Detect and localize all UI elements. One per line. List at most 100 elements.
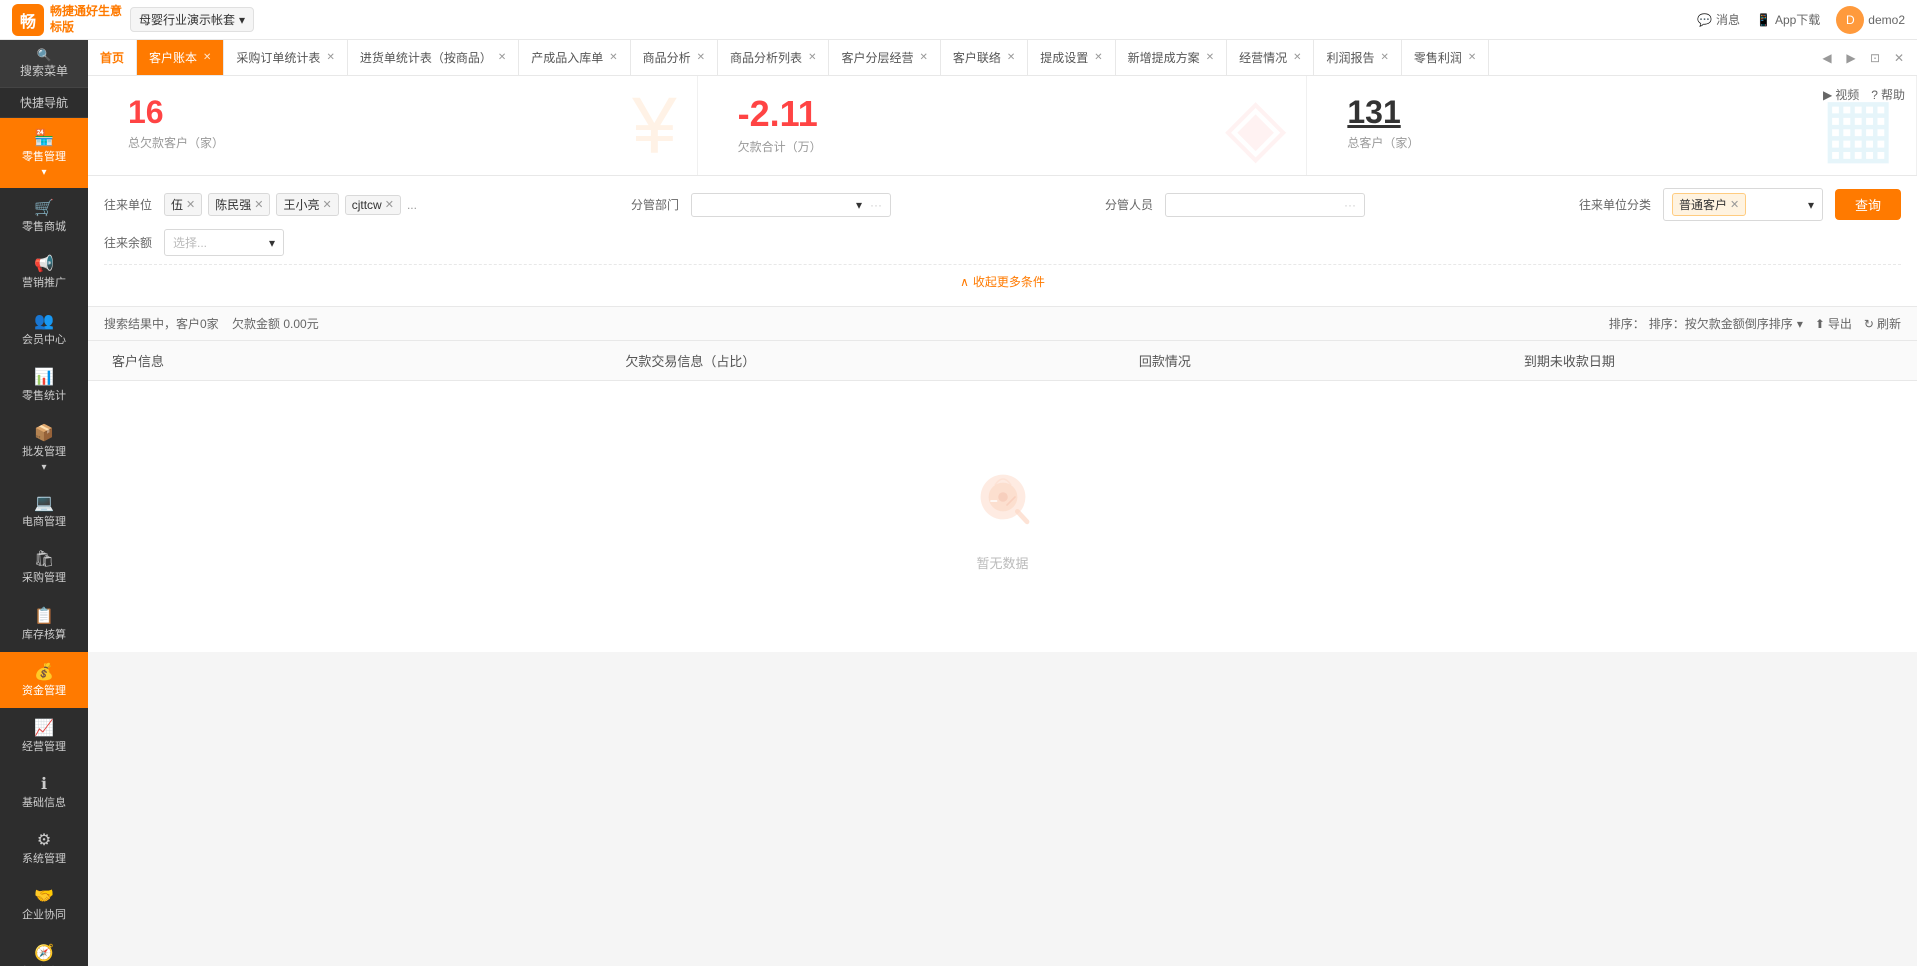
close-tab-icon[interactable]: ✕ (919, 52, 927, 63)
unit-filter-tags: 伍 ✕ 陈民强 ✕ 王小亮 ✕ cjttcw ✕ ... (164, 193, 417, 216)
refresh-btn[interactable]: ↻ 刷新 (1864, 315, 1901, 332)
sidebar-item-retail-mall[interactable]: 🛒 零售商城 (0, 188, 88, 244)
balance-select[interactable]: 选择... ▾ (164, 229, 284, 256)
search-icon: 🔍 (37, 48, 52, 62)
filter-more-tags[interactable]: ... (407, 198, 417, 212)
sidebar-item-purchase[interactable]: 🛍 采购管理 (0, 539, 88, 595)
top-bar-left: 畅 畅捷通好生意 标版 母婴行业演示帐套 ▾ (12, 4, 254, 36)
sidebar-item-retail-stats[interactable]: 📊 零售统计 (0, 357, 88, 413)
dept-select[interactable]: ▾ ··· (691, 193, 891, 217)
export-btn[interactable]: ⬆ 导出 (1815, 315, 1852, 332)
tag-close-icon[interactable]: ✕ (385, 198, 394, 211)
sidebar-item-newbie[interactable]: 🧭 新手引导 (0, 933, 88, 966)
close-tab-icon[interactable]: ✕ (808, 52, 816, 63)
sidebar-item-system[interactable]: ⚙ 系统管理 (0, 820, 88, 876)
tab-add-commission[interactable]: 新增提成方案 ✕ (1116, 40, 1227, 76)
sidebar-item-marketing[interactable]: 📢 营销推广 (0, 244, 88, 300)
tab-product-analysis-list[interactable]: 商品分析列表 ✕ (718, 40, 829, 76)
message-btn[interactable]: 💬 消息 (1697, 11, 1740, 28)
refresh-icon: ↻ (1864, 317, 1874, 331)
tab-home[interactable]: 首页 (88, 40, 137, 76)
sort-select[interactable]: 排序： 排序：按欠款金额倒序排序 ▾ (1609, 315, 1803, 332)
close-tab-icon[interactable]: ✕ (1293, 52, 1301, 63)
close-tab-icon[interactable]: ✕ (1381, 52, 1389, 63)
nav-expand-btn[interactable]: ⊡ (1865, 48, 1885, 68)
tab-retail-profit[interactable]: 零售利润 ✕ (1402, 40, 1489, 76)
sidebar-item-basic-info[interactable]: ℹ 基础信息 (0, 764, 88, 820)
person-filter-label: 分管人员 (1105, 196, 1153, 213)
stat-value-total-customers: 131 (1347, 96, 1400, 128)
close-tab-icon[interactable]: ✕ (1468, 52, 1476, 63)
tab-customer-tier[interactable]: 客户分层经营 ✕ (829, 40, 940, 76)
tag-close-category-icon[interactable]: ✕ (1730, 198, 1739, 211)
person-input: ··· (1165, 193, 1365, 217)
tag-close-icon[interactable]: ✕ (254, 198, 263, 211)
tab-product-analysis[interactable]: 商品分析 ✕ (631, 40, 718, 76)
nav-next-btn[interactable]: ▶ (1841, 48, 1861, 68)
sidebar-search[interactable]: 🔍 搜索菜单 (0, 40, 88, 88)
stats-bar: ¥ 16 总欠款客户（家） ◈ -2.11 欠款合计（万） ▦ 131 总客户（… (88, 76, 1917, 176)
wholesale-icon: 📦 (34, 423, 54, 443)
table-header-customer-info: 客户信息 (104, 351, 617, 370)
retail-icon: 🏪 (34, 128, 54, 148)
category-filter-label: 往来单位分类 (1579, 196, 1651, 213)
filter-tag-wu[interactable]: 伍 ✕ (164, 193, 202, 216)
collapse-filter-btn[interactable]: ∧ 收起更多条件 (104, 269, 1901, 294)
category-select[interactable]: 普通客户 ✕ ▾ (1663, 188, 1823, 221)
user-menu[interactable]: D demo2 (1836, 6, 1905, 34)
video-btn[interactable]: ▶ 视频 (1823, 86, 1859, 103)
sidebar-item-retail-management[interactable]: 🏪 零售管理 ▾ (0, 118, 88, 188)
sidebar-item-member-center[interactable]: 👥 会员中心 (0, 301, 88, 357)
close-tab-icon[interactable]: ✕ (609, 52, 617, 63)
download-icon: 📱 (1756, 13, 1771, 27)
logo-area: 畅 畅捷通好生意 标版 (12, 4, 122, 36)
sidebar-item-ecommerce[interactable]: 💻 电商管理 (0, 483, 88, 539)
tab-commission-settings[interactable]: 提成设置 ✕ (1028, 40, 1115, 76)
info-icon: ℹ (41, 774, 47, 794)
tab-goods-in-stats[interactable]: 进货单统计表（按商品） ✕ (348, 40, 519, 76)
tab-purchase-order-stats[interactable]: 采购订单统计表 ✕ (224, 40, 347, 76)
store-selector[interactable]: 母婴行业演示帐套 ▾ (130, 7, 254, 32)
sidebar-item-wholesale[interactable]: 📦 批发管理 ▾ (0, 413, 88, 483)
tab-profit-report[interactable]: 利润报告 ✕ (1314, 40, 1401, 76)
sidebar-item-enterprise-collab[interactable]: 🤝 企业协同 (0, 876, 88, 932)
close-tab-icon[interactable]: ✕ (203, 52, 211, 63)
tab-product-warehousing[interactable]: 产成品入库单 ✕ (519, 40, 630, 76)
close-tab-icon[interactable]: ✕ (697, 52, 705, 63)
filter-tag-normal-customer[interactable]: 普通客户 ✕ (1672, 193, 1746, 216)
filter-divider (104, 264, 1901, 265)
filter-tag-chenminqiang[interactable]: 陈民强 ✕ (208, 193, 270, 216)
sidebar-item-finance[interactable]: 💰 资金管理 (0, 652, 88, 708)
logo-icon: 畅 (12, 4, 44, 36)
more-btn-person[interactable]: ··· (1344, 198, 1356, 212)
tab-operations[interactable]: 经营情况 ✕ (1227, 40, 1314, 76)
close-tab-icon[interactable]: ✕ (498, 52, 506, 63)
collapse-up-icon: ∧ (960, 275, 969, 289)
sidebar-quick-nav[interactable]: 快捷导航 (0, 88, 88, 118)
arrow-icon: ▾ (41, 167, 46, 178)
nav-prev-btn[interactable]: ◀ (1817, 48, 1837, 68)
app-download-btn[interactable]: 📱 App下载 (1756, 11, 1820, 28)
close-tab-icon[interactable]: ✕ (1094, 52, 1102, 63)
tab-customer-contact[interactable]: 客户联络 ✕ (941, 40, 1028, 76)
filter-tag-wangxiaoliang[interactable]: 王小亮 ✕ (276, 193, 338, 216)
query-button[interactable]: 查询 (1835, 189, 1901, 220)
close-tab-icon[interactable]: ✕ (326, 52, 334, 63)
tab-customer-ledger[interactable]: 客户账本 ✕ (137, 40, 224, 76)
more-btn-dept[interactable]: ··· (870, 198, 882, 212)
close-tab-icon[interactable]: ✕ (1206, 52, 1214, 63)
sidebar-item-operations[interactable]: 📈 经营管理 (0, 708, 88, 764)
filter-row-2: 往来余额 选择... ▾ (104, 229, 1901, 256)
table-header-debt-info: 欠款交易信息（占比） (617, 351, 1130, 370)
close-tab-icon[interactable]: ✕ (1007, 52, 1015, 63)
filter-tag-cjttcw[interactable]: cjttcw ✕ (345, 195, 401, 215)
logo-text: 畅捷通好生意 标版 (50, 4, 122, 35)
tag-close-icon[interactable]: ✕ (186, 198, 195, 211)
nav-close-all-btn[interactable]: ✕ (1889, 48, 1909, 68)
nav-controls: ◀ ▶ ⊡ ✕ (1809, 48, 1917, 68)
sidebar-item-inventory[interactable]: 📋 库存核算 (0, 596, 88, 652)
export-icon: ⬆ (1815, 317, 1825, 331)
purchase-icon: 🛍 (34, 549, 54, 569)
tag-close-icon[interactable]: ✕ (323, 198, 332, 211)
help-btn[interactable]: ? 帮助 (1871, 86, 1905, 103)
